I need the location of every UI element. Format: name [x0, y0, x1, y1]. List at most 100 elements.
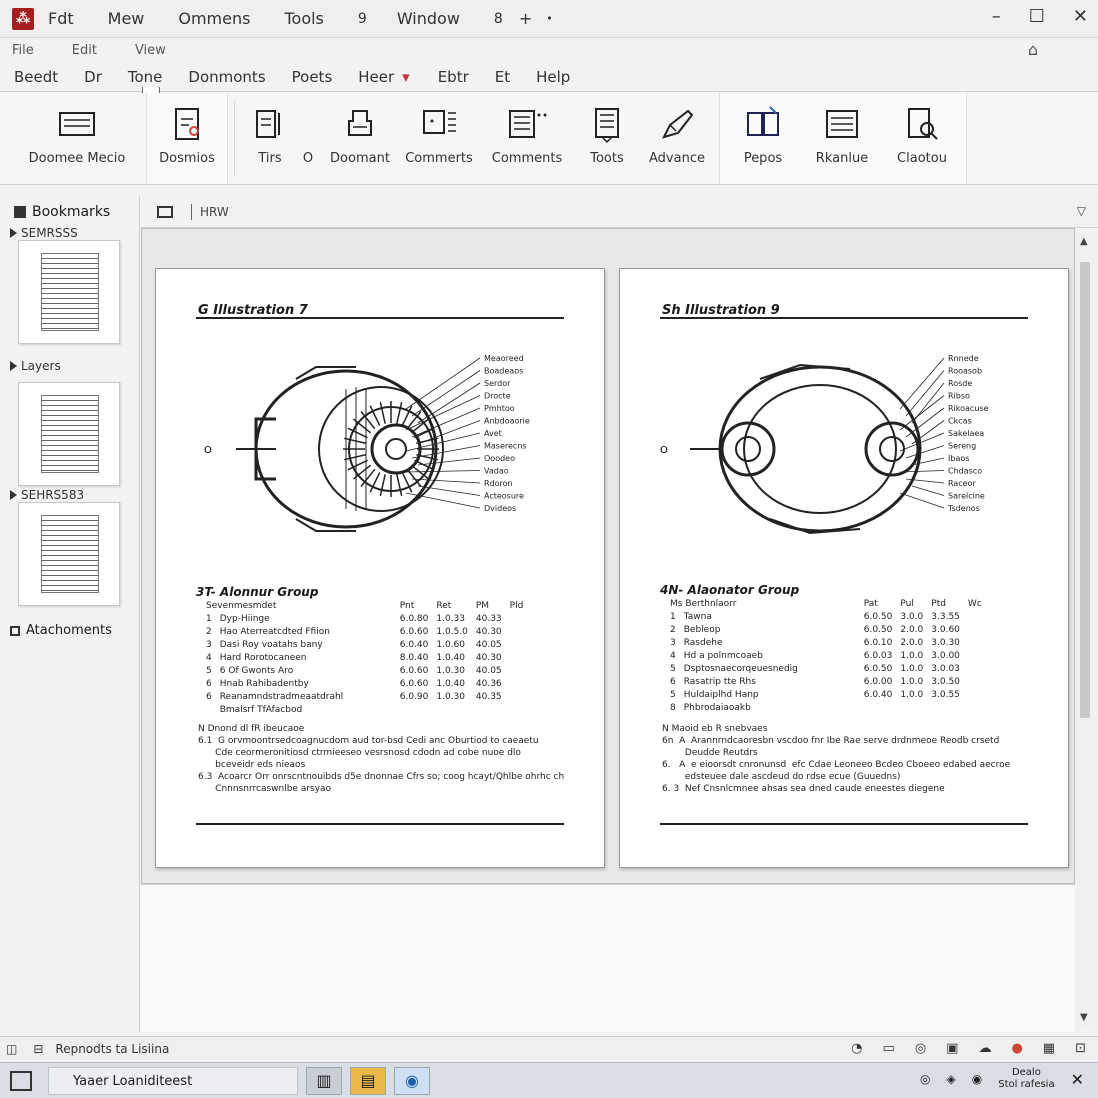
sync-icon[interactable]: ◎: [915, 1041, 926, 1056]
cloud-icon[interactable]: ☁: [978, 1041, 991, 1056]
expand-icon[interactable]: [10, 361, 17, 371]
table-row: 4 Hd a polnmcoaeb 6.0.03 1.0.0 3.0.00: [666, 649, 986, 662]
menu-extra-9[interactable]: 9: [358, 11, 367, 27]
taskbar-clock[interactable]: Dealo Stol rafesia: [998, 1067, 1054, 1091]
bookmark-item-3[interactable]: SEHRS583: [10, 488, 84, 502]
bookmark-item-2[interactable]: Layers: [10, 359, 61, 373]
ribbon-group-1: Doomee Mecio: [8, 93, 146, 184]
status-page-icon[interactable]: ⊟: [33, 1042, 43, 1056]
document-tab-label[interactable]: HRW: [200, 205, 229, 219]
table-cell: 6.0.90: [399, 691, 429, 702]
layout-icon[interactable]: ▣: [946, 1041, 958, 1056]
tray-network-icon[interactable]: ◎: [920, 1072, 930, 1086]
close-button[interactable]: ✕: [1073, 6, 1088, 27]
pages-icon: [747, 106, 779, 136]
ribbon-button-claotou[interactable]: Claotou: [882, 93, 962, 184]
callout-leader-line: [411, 370, 481, 417]
minimize-button[interactable]: –: [992, 6, 1001, 27]
menu-extra-8[interactable]: 8: [494, 11, 503, 27]
lines-icon: [826, 110, 858, 138]
tab-et[interactable]: Et: [495, 68, 510, 86]
menu-window[interactable]: Window: [397, 9, 460, 28]
tray-settings-icon[interactable]: ◉: [972, 1072, 982, 1086]
tab-donmonts[interactable]: Donmonts: [188, 68, 265, 86]
ribbon-button-doomant[interactable]: Doomant: [321, 93, 399, 184]
table-cell: Huldaiplhd Hanp: [683, 689, 759, 700]
alternator-drawing: [690, 363, 922, 535]
ribbon-button-toots[interactable]: Toots: [575, 93, 639, 184]
maximize-button[interactable]: ☐: [1029, 6, 1045, 27]
add-tab-button[interactable]: +: [519, 9, 532, 28]
ribbon-button-advance[interactable]: Advance: [639, 93, 715, 184]
status-left-icon[interactable]: ◫: [6, 1042, 17, 1056]
scroll-up-icon[interactable]: ▲: [1080, 236, 1088, 247]
table-cell: 1.0.60: [436, 639, 466, 650]
bookmarks-header[interactable]: Bookmarks: [14, 204, 110, 220]
window-controls: – ☐ ✕: [992, 6, 1088, 27]
scroll-down-icon[interactable]: ▼: [1080, 1012, 1088, 1023]
page-thumbnail-1[interactable]: [18, 240, 120, 344]
menu-dot[interactable]: •: [546, 12, 553, 25]
ribbon-button-pepos[interactable]: Pepos: [724, 93, 802, 184]
filter-icon[interactable]: ▽: [1077, 204, 1086, 218]
clock-date: Stol rafesia: [998, 1079, 1055, 1090]
grid-icon[interactable]: ▦: [1043, 1041, 1055, 1056]
start-icon[interactable]: [10, 1070, 32, 1091]
expand-icon[interactable]: [10, 228, 17, 238]
ribbon-button-commerts[interactable]: Commerts: [399, 93, 479, 184]
table-cell: 6.0.10: [863, 637, 893, 648]
ribbon-button-comments[interactable]: Comments: [479, 93, 575, 184]
menu-comments[interactable]: Ommens: [178, 9, 250, 28]
ribbon-button-document-mode[interactable]: Doomee Mecio: [12, 93, 142, 184]
tab-dr[interactable]: Dr: [84, 68, 102, 86]
table-cell: Hnab Rahibadentby: [219, 678, 309, 689]
tab-tone[interactable]: Tone: [128, 68, 162, 96]
ribbon-button-rkanlue[interactable]: Rkanlue: [802, 93, 882, 184]
note-line: 6. 3 Nef Cnsnlcmnee ahsas sea dned caude…: [662, 784, 945, 794]
expand-icon[interactable]: ⊡: [1075, 1041, 1086, 1056]
taskbar-search[interactable]: Yaaer Loaniditeest: [48, 1066, 298, 1095]
tab-heer[interactable]: Heer: [358, 68, 394, 86]
share-icon[interactable]: ⌂: [1028, 40, 1038, 59]
page-thumbnail-3[interactable]: [18, 502, 120, 606]
taskbar-browser-icon[interactable]: ◉: [394, 1066, 430, 1095]
ribbon-button-dosmios[interactable]: Dosmios: [151, 93, 223, 184]
scroll-thumb[interactable]: [1080, 262, 1090, 718]
menu-view[interactable]: Mew: [108, 9, 145, 28]
record-icon[interactable]: ●: [1011, 1041, 1022, 1056]
panel-toggle-icon[interactable]: [157, 205, 173, 218]
tab-poets[interactable]: Poets: [292, 68, 333, 86]
notification-close-icon[interactable]: ✕: [1071, 1070, 1084, 1089]
tab-dropdown-icon[interactable]: ▾: [402, 68, 410, 86]
bookmark-item-1[interactable]: SEMRSSS: [10, 226, 78, 240]
attachments-item[interactable]: Atachoments: [10, 623, 112, 638]
tray-volume-icon[interactable]: ◈: [947, 1072, 956, 1086]
menu-file[interactable]: Fdt: [48, 9, 74, 28]
menu2-edit[interactable]: Edit: [72, 43, 97, 58]
title-rule: [196, 317, 564, 319]
table-row: 5 6 Of Gwonts Aro 6.0.60 1.0.30 40.05: [202, 664, 527, 677]
tab-ebtr[interactable]: Ebtr: [438, 68, 469, 86]
tab-help[interactable]: Help: [536, 68, 570, 86]
table-cell: 3.0.55: [931, 689, 960, 700]
table-cell: Bmalsrf TfAfacbod: [219, 704, 303, 715]
zoom-icon[interactable]: ◔: [851, 1041, 862, 1056]
expand-icon[interactable]: [10, 490, 17, 500]
vertical-scrollbar[interactable]: ▲ ▼: [1076, 232, 1094, 1028]
menu2-view[interactable]: View: [135, 43, 166, 58]
menu-tools[interactable]: Tools: [284, 9, 323, 28]
table-cell: 1.0.0: [900, 689, 924, 700]
ribbon-button-tirs[interactable]: Tirs: [245, 93, 295, 184]
comment-status-icon[interactable]: ▭: [883, 1041, 895, 1056]
ribbon-group-2: Dosmios: [146, 93, 228, 184]
page-thumbnail-2[interactable]: [18, 382, 120, 486]
taskbar-pdf-app-icon[interactable]: ▥: [306, 1066, 342, 1095]
table-cell: 2.0.0: [900, 624, 924, 635]
callout-label: Rooasob: [948, 367, 982, 376]
menu2-file[interactable]: File: [12, 43, 34, 58]
tab-beedt[interactable]: Beedt: [14, 68, 58, 86]
pdf-app-icon[interactable]: ⁂: [12, 7, 34, 30]
ribbon-button-o[interactable]: O: [295, 93, 321, 184]
taskbar-folder-icon[interactable]: ▤: [350, 1066, 386, 1095]
table-header-cell: Ms Berthnlaorr: [670, 598, 737, 609]
